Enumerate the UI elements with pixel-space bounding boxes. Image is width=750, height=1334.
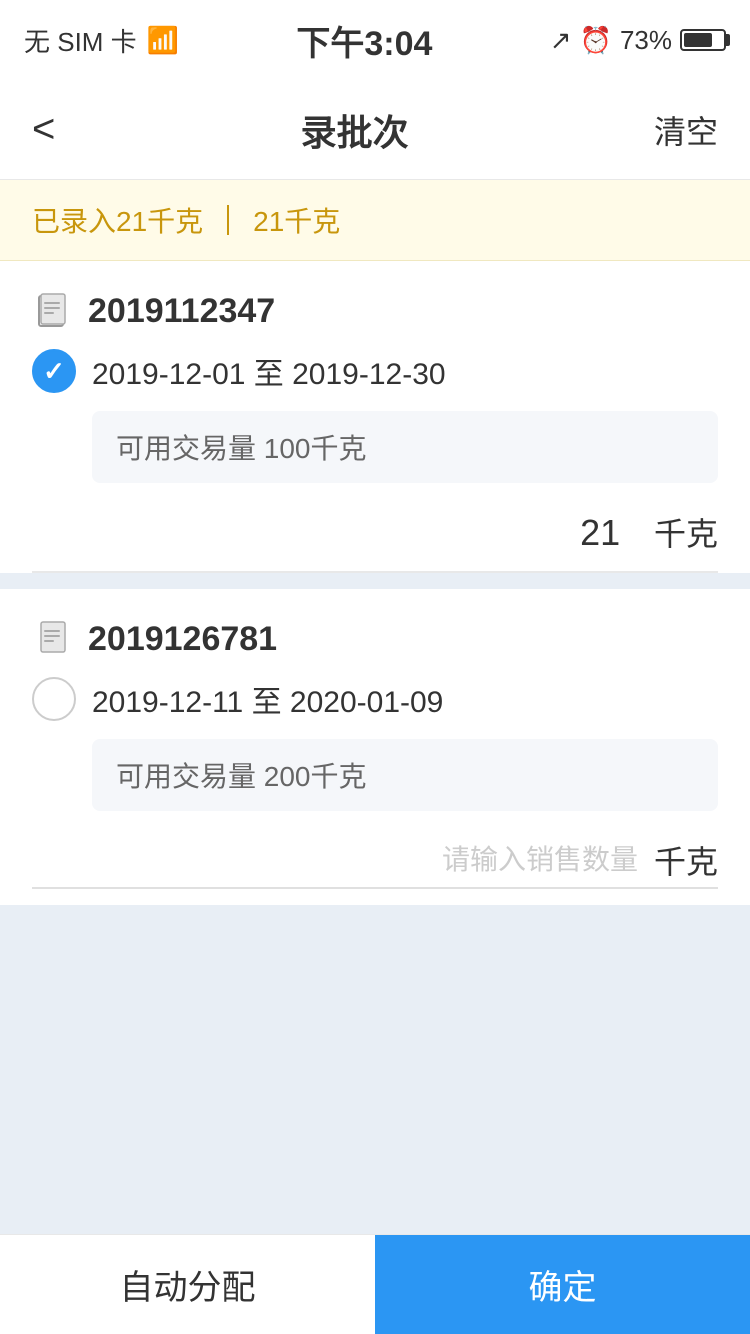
carrier-label: 无 SIM 卡 <box>24 22 137 59</box>
batch-card-1: 2019112347 2019-12-01 至 2019-12-30 可用交易量… <box>0 261 750 573</box>
amount-value-1: 21 <box>580 512 620 554</box>
batch-id-1: 2019112347 <box>88 292 275 331</box>
amount-input-2[interactable] <box>32 844 638 876</box>
battery-fill <box>684 33 712 47</box>
batch-amount-row-2: 千克 <box>0 821 750 883</box>
status-time: 下午3:04 <box>296 16 432 65</box>
batch-doc-icon-2 <box>32 617 76 661</box>
batch-date-1: 2019-12-01 至 2019-12-30 <box>92 349 446 393</box>
recorded-value: 21千克 <box>253 200 340 240</box>
amount-unit-1: 千克 <box>636 509 718 555</box>
alarm-icon: ⏰ <box>580 25 612 56</box>
info-banner: 已录入21千克 21千克 <box>0 180 750 261</box>
batch-header-1: 2019112347 <box>0 261 750 341</box>
battery-tip <box>726 34 730 46</box>
batch-date-2: 2019-12-11 至 2020-01-09 <box>92 677 443 721</box>
wifi-icon: 📶 <box>147 25 179 56</box>
nav-bar: < 录批次 清空 <box>0 80 750 180</box>
batch-card-2: 2019126781 2019-12-11 至 2020-01-09 可用交易量… <box>0 589 750 905</box>
battery-percent: 73% <box>620 25 672 56</box>
back-button[interactable]: < <box>32 107 55 152</box>
battery-indicator <box>680 29 726 51</box>
section-divider <box>0 573 750 589</box>
bottom-bar: 自动分配 确定 <box>0 1234 750 1334</box>
page-content: 已录入21千克 21千克 2019112347 201 <box>0 180 750 1334</box>
amount-unit-2: 千克 <box>654 837 718 883</box>
status-bar: 无 SIM 卡 📶 下午3:04 ↗ ⏰ 73% <box>0 0 750 80</box>
batch-date-row-1[interactable]: 2019-12-01 至 2019-12-30 <box>0 341 750 401</box>
banner-divider <box>227 205 229 235</box>
amount-wrapper-1: 21 千克 <box>580 509 718 555</box>
input-underline-2 <box>32 887 718 889</box>
batch-available-2: 可用交易量 200千克 <box>92 739 718 811</box>
page-title: 录批次 <box>301 104 409 156</box>
batch-header-2: 2019126781 <box>0 589 750 669</box>
batch-doc-icon <box>32 289 76 333</box>
recorded-label: 已录入21千克 <box>32 200 203 240</box>
confirm-button[interactable]: 确定 <box>375 1235 750 1334</box>
batch-date-row-2[interactable]: 2019-12-11 至 2020-01-09 <box>0 669 750 729</box>
clear-button[interactable]: 清空 <box>654 107 718 153</box>
batch-amount-row-1: 21 千克 <box>0 493 750 555</box>
batch-radio-1[interactable] <box>32 349 76 393</box>
status-carrier: 无 SIM 卡 📶 <box>24 22 179 59</box>
batch-id-2: 2019126781 <box>88 620 277 659</box>
auto-distribute-button[interactable]: 自动分配 <box>0 1235 375 1334</box>
status-right: ↗ ⏰ 73% <box>550 25 726 56</box>
batch-available-1: 可用交易量 100千克 <box>92 411 718 483</box>
batch-radio-2[interactable] <box>32 677 76 721</box>
location-icon: ↗ <box>550 25 572 56</box>
